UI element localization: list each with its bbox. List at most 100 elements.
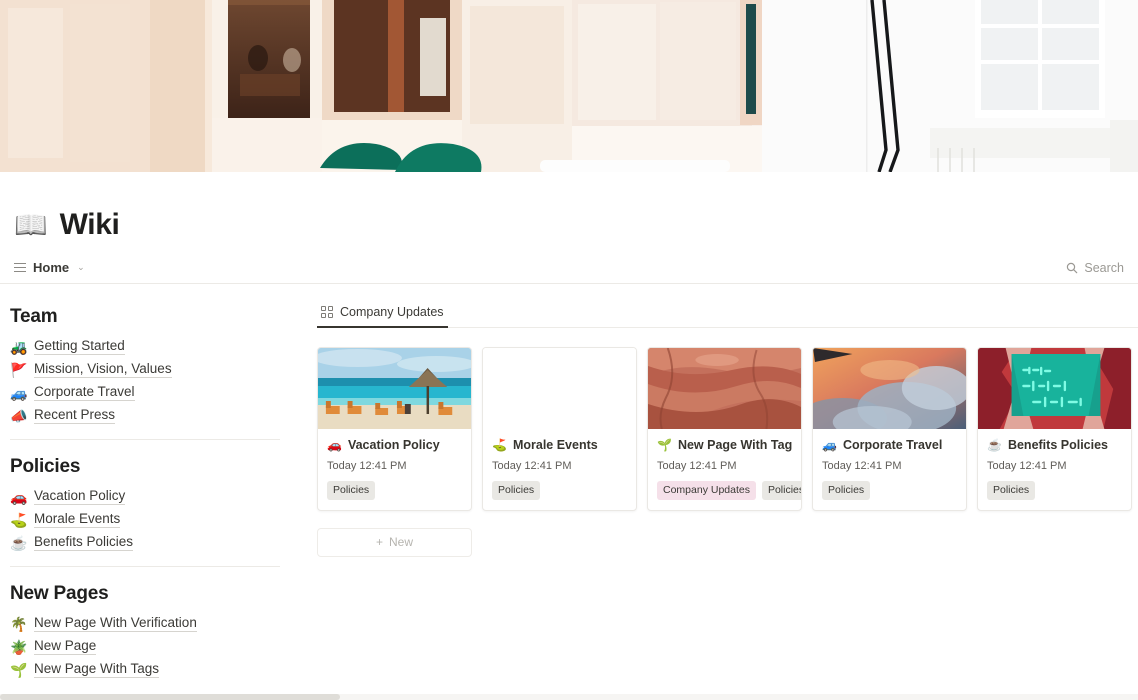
sidebar-divider <box>10 566 280 567</box>
card-tags: Company Updates Policies <box>657 481 801 500</box>
card-title-row: 🚙 Corporate Travel <box>822 438 957 452</box>
tag-chip[interactable]: Policies <box>987 481 1036 500</box>
tab-label: Company Updates <box>340 305 444 319</box>
card-tags: Policies <box>327 481 462 500</box>
sidebar-item-label: Recent Press <box>34 407 116 424</box>
sidebar-item-label: Morale Events <box>34 511 121 528</box>
tag-chip[interactable]: Policies <box>822 481 871 500</box>
search-icon <box>1067 262 1078 273</box>
gallery-card[interactable]: ⛳ Morale Events Today 12:41 PM Policies <box>482 347 637 511</box>
sidebar-item-label: Benefits Policies <box>34 534 134 551</box>
page-emoji-icon: ☕ <box>10 534 28 551</box>
breadcrumb-label: Home <box>33 260 70 275</box>
chevron-down-icon[interactable]: ⌄ <box>77 262 85 273</box>
sidebar-section-policies: Policies 🚗 Vacation Policy ⛳ Morale Events ☕ B… <box>0 456 300 554</box>
sidebar-item-label: New Page With Tags <box>34 661 160 678</box>
search-button[interactable]: Search <box>1066 261 1124 275</box>
sidebar: Team 🚜 Getting Started 🚩 Mission, Vision, Va… <box>0 284 300 696</box>
sidebar-section-title: Policies <box>10 456 81 477</box>
card-date: Today 12:41 PM <box>822 460 902 472</box>
tag-chip[interactable]: Company Updates <box>657 481 756 500</box>
card-body: 🚗 Vacation Policy Today 12:41 PM Policies <box>318 429 471 510</box>
sidebar-section-new-pages: New Pages 🌴 New Page With Verification 🪴 New… <box>0 583 300 681</box>
sidebar-item-label: New Page <box>34 638 97 655</box>
card-title-row: ☕ Benefits Policies <box>987 438 1122 452</box>
sidebar-item-new-page[interactable]: 🪴 New Page <box>0 635 300 658</box>
sidebar-item-label: Corporate Travel <box>34 384 135 401</box>
view-tabs: Company Updates <box>317 302 1138 328</box>
card-cover-image <box>318 348 471 429</box>
card-tags: Policies <box>492 481 627 500</box>
card-date: Today 12:41 PM <box>327 460 407 472</box>
card-title: New Page With Tags <box>677 438 792 452</box>
sidebar-item-mission-vision-values[interactable]: 🚩 Mission, Vision, Values <box>0 358 300 381</box>
page-emoji-icon: ⛳ <box>10 511 28 528</box>
breadcrumb-home[interactable]: Home ⌄ <box>14 260 85 275</box>
sidebar-section-title: New Pages <box>10 583 109 604</box>
card-body: 🚙 Corporate Travel Today 12:41 PM Policies <box>813 429 966 510</box>
new-page-button[interactable]: + New <box>317 527 472 557</box>
gallery-card[interactable]: 🚗 Vacation Policy Today 12:41 PM Policies <box>317 347 472 511</box>
page-emoji-icon: 🚙 <box>10 384 28 401</box>
card-body: ☕ Benefits Policies Today 12:41 PM Policies <box>978 429 1131 510</box>
tag-chip[interactable]: Policies <box>492 481 541 500</box>
new-button-label: New <box>389 535 414 549</box>
sidebar-divider <box>10 439 280 440</box>
gallery-card[interactable]: 🌱 New Page With Tags Today 12:41 PM Company… <box>647 347 802 511</box>
sidebar-item-corporate-travel[interactable]: 🚙 Corporate Travel <box>0 381 300 404</box>
sidebar-item-benefits-policies[interactable]: ☕ Benefits Policies <box>0 531 300 554</box>
sidebar-section-title: Team <box>10 306 58 327</box>
gallery-card[interactable]: 🚙 Corporate Travel Today 12:41 PM Policies <box>812 347 967 511</box>
book-icon: 📖 <box>14 209 48 240</box>
page-title: Wiki <box>59 208 120 241</box>
main-content: Company Updates 🚗 Vacation Policy Today 12… <box>300 284 1138 696</box>
sidebar-item-morale-events[interactable]: ⛳ Morale Events <box>0 508 300 531</box>
card-title-row: 🌱 New Page With Tags <box>657 438 792 452</box>
card-emoji-icon: ⛳ <box>492 438 507 452</box>
page-title-row: 📖 Wiki <box>0 172 1138 242</box>
card-emoji-icon: 🚙 <box>822 438 837 452</box>
page-emoji-icon: 🌴 <box>10 615 28 632</box>
sidebar-item-new-page-with-verification[interactable]: 🌴 New Page With Verification <box>0 612 300 635</box>
card-tags: Policies <box>822 481 957 500</box>
sidebar-item-recent-press[interactable]: 📣 Recent Press <box>0 404 300 427</box>
breadcrumb-bar: Home ⌄ Search <box>0 252 1138 284</box>
card-cover-image <box>813 348 966 429</box>
list-icon <box>14 262 26 273</box>
tab-company-updates[interactable]: Company Updates <box>317 302 448 328</box>
gallery-card[interactable]: ☕ Benefits Policies Today 12:41 PM Policies <box>977 347 1132 511</box>
card-title: Benefits Policies <box>1007 438 1108 452</box>
card-date: Today 12:41 PM <box>987 460 1067 472</box>
sidebar-item-label: New Page With Verification <box>34 615 197 632</box>
page-emoji-icon: 🚗 <box>10 488 28 505</box>
sidebar-section-team: Team 🚜 Getting Started 🚩 Mission, Vision, Va… <box>0 306 300 427</box>
card-tags: Policies <box>987 481 1122 500</box>
card-emoji-icon: 🚗 <box>327 438 342 452</box>
tag-chip[interactable]: Policies <box>327 481 376 500</box>
card-date: Today 12:41 PM <box>492 460 572 472</box>
search-label: Search <box>1084 260 1124 275</box>
sidebar-item-label: Mission, Vision, Values <box>34 361 172 378</box>
card-cover-image <box>648 348 801 429</box>
tag-chip[interactable]: Policies <box>761 481 801 500</box>
card-cover-image <box>483 348 636 429</box>
card-title-row: ⛳ Morale Events <box>492 438 627 452</box>
scrollbar-thumb[interactable] <box>0 694 340 700</box>
sidebar-item-vacation-policy[interactable]: 🚗 Vacation Policy <box>0 485 300 508</box>
page-emoji-icon: 🚜 <box>10 338 28 355</box>
sidebar-item-getting-started[interactable]: 🚜 Getting Started <box>0 335 300 358</box>
card-emoji-icon: ☕ <box>987 438 1002 452</box>
page-cover-image <box>0 0 1138 172</box>
card-emoji-icon: 🌱 <box>657 438 672 452</box>
horizontal-scrollbar[interactable] <box>0 694 1138 700</box>
page-emoji-icon: 🪴 <box>10 638 28 655</box>
plus-icon: + <box>375 535 383 549</box>
page-emoji-icon: 🚩 <box>10 361 28 378</box>
card-date: Today 12:41 PM <box>657 460 737 472</box>
gallery-grid-icon <box>321 306 333 318</box>
card-title: Vacation Policy <box>347 438 440 452</box>
card-title: Morale Events <box>512 438 598 452</box>
sidebar-item-new-page-with-tags[interactable]: 🌱 New Page With Tags <box>0 658 300 681</box>
card-cover-image <box>978 348 1131 429</box>
page-emoji-icon: 📣 <box>10 407 28 424</box>
